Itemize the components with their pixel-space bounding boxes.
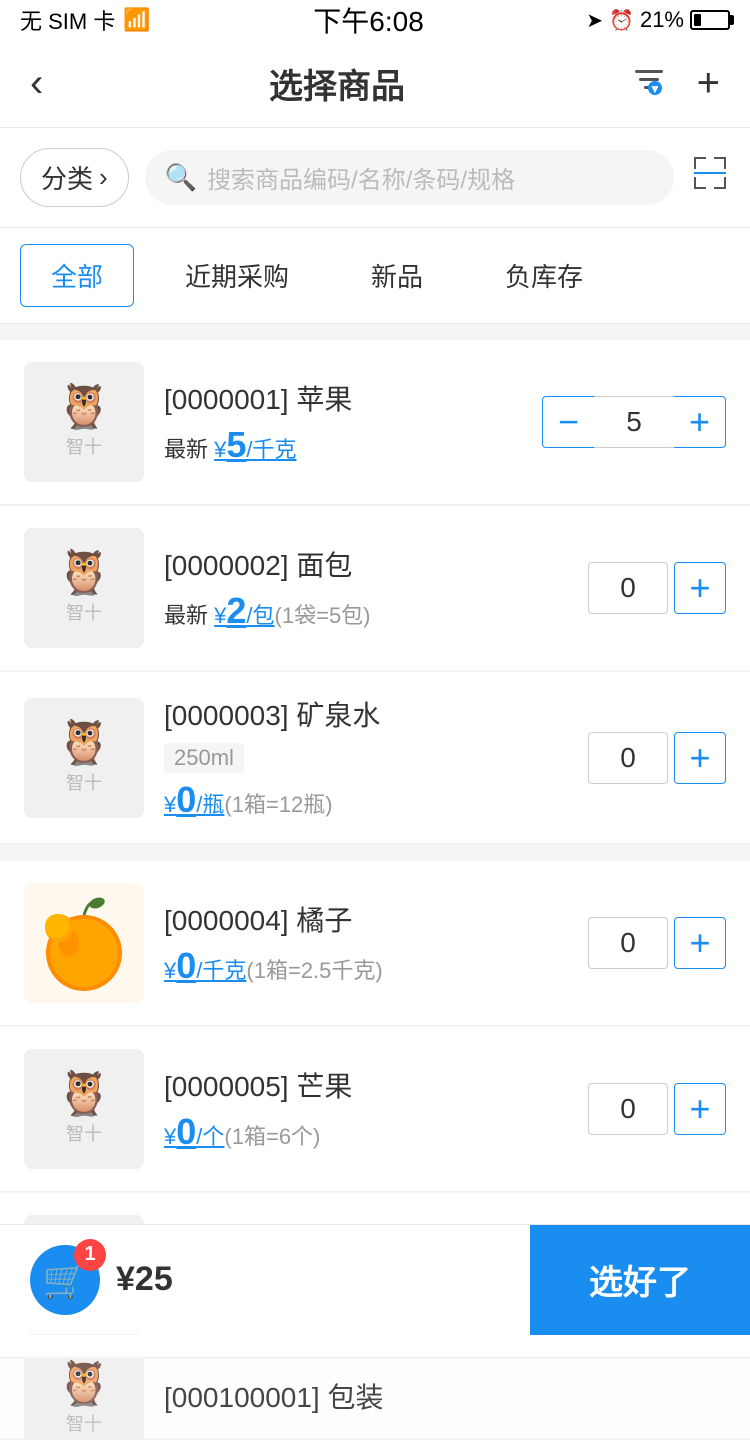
product-item-0000002: 🦉 智十 [0000002] 面包 最新 ¥2/包(1袋=5包) + [0,506,750,671]
cart-total: ¥25 [116,1260,173,1299]
product-name-000100001: [000100001] 包装 [164,1376,726,1416]
location-icon: ➤ [586,8,603,33]
confirm-button[interactable]: 选好了 [530,1225,750,1335]
tab-bar: 全部 近期采购 新品 负库存 [0,228,750,324]
product-info-0000002: [0000002] 面包 最新 ¥2/包(1袋=5包) [164,544,568,632]
status-time: 下午6:08 [313,0,424,40]
product-info-000100001: [000100001] 包装 [164,1376,726,1422]
qty-control-0000003: + [588,732,726,784]
placeholder-owl-icon: 🦉 [57,551,112,595]
filter-bar: 分类 › 🔍 搜索商品编码/名称/条码/规格 [0,128,750,228]
qty-minus-0000001[interactable]: − [542,396,594,448]
alarm-icon: ⏰ [609,8,634,33]
battery-percent: 21% [640,7,684,33]
product-name-0000003: [0000003] 矿泉水 [164,694,568,734]
page-title: 选择商品 [269,59,405,108]
qty-plus-0000004[interactable]: + [674,917,726,969]
product-item-000100001: 🦉 智十 [000100001] 包装 [0,1359,750,1439]
qty-plus-0000002[interactable]: + [674,562,726,614]
product-name-0000001: [0000001] 苹果 [164,378,522,418]
product-item-0000003: 🦉 智十 [0000003] 矿泉水 250ml ¥0/瓶(1箱=12瓶) + [0,672,750,844]
product-price-0000003: ¥0/瓶(1箱=12瓶) [164,779,568,821]
search-icon: 🔍 [165,162,197,193]
add-button[interactable]: + [697,61,720,106]
cart-icon-wrap[interactable]: 🛒 1 [30,1245,100,1315]
product-name-0000005: [0000005] 芒果 [164,1065,568,1105]
qty-control-0000001: − + [542,396,726,448]
qty-input-0000001[interactable] [594,396,674,448]
qty-input-0000004[interactable] [588,917,668,969]
product-price-0000005: ¥0/个(1箱=6个) [164,1111,568,1153]
status-right-section: ➤ ⏰ 21% [586,7,730,33]
product-price-0000001: 最新 ¥5/千克 [164,424,522,466]
product-price-0000004: ¥0/千克(1箱=2.5千克) [164,945,568,987]
tab-recent[interactable]: 近期采购 [154,244,320,307]
product-thumb-0000005: 🦉 智十 [24,1049,144,1169]
product-info-0000001: [0000001] 苹果 最新 ¥5/千克 [164,378,522,466]
product-thumb-0000003: 🦉 智十 [24,698,144,818]
svg-text:▼: ▼ [649,82,661,96]
cart-section: 🛒 1 ¥25 [0,1245,530,1315]
search-box[interactable]: 🔍 搜索商品编码/名称/条码/规格 [145,150,674,205]
qty-input-0000002[interactable] [588,562,668,614]
orange-image [29,888,139,998]
product-item-0000001: 🦉 智十 [0000001] 苹果 最新 ¥5/千克 − + [0,340,750,505]
placeholder-owl-icon: 🦉 [57,385,112,429]
qty-input-0000005[interactable] [588,1083,668,1135]
carrier-text: 无 SIM 卡 [20,4,115,36]
tab-negative[interactable]: 负库存 [474,244,614,307]
search-placeholder: 搜索商品编码/名称/条码/规格 [207,160,515,195]
category-arrow: › [99,162,108,193]
qty-plus-0000005[interactable]: + [674,1083,726,1135]
category-label: 分类 [41,159,93,196]
qty-control-0000002: + [588,562,726,614]
bottom-bar: 🛒 1 ¥25 选好了 [0,1224,750,1334]
product-name-0000002: [0000002] 面包 [164,544,568,584]
product-thumb-0000002: 🦉 智十 [24,528,144,648]
cart-badge: 1 [74,1239,106,1271]
product-item-0000004: [0000004] 橘子 ¥0/千克(1箱=2.5千克) + [0,861,750,1026]
placeholder-owl-icon: 🦉 [57,1072,112,1116]
battery-icon [690,10,730,30]
scan-icon[interactable] [690,153,730,202]
product-info-0000005: [0000005] 芒果 ¥0/个(1箱=6个) [164,1065,568,1153]
status-bar: 无 SIM 卡 📶 下午6:08 ➤ ⏰ 21% [0,0,750,40]
qty-control-0000005: + [588,1083,726,1135]
product-name-0000004: [0000004] 橘子 [164,899,568,939]
product-spec-0000003: 250ml [164,743,244,773]
placeholder-owl-icon: 🦉 [57,1362,112,1406]
category-button[interactable]: 分类 › [20,148,129,207]
qty-control-0000004: + [588,917,726,969]
product-thumb-0000004 [24,883,144,1003]
product-info-0000004: [0000004] 橘子 ¥0/千克(1箱=2.5千克) [164,899,568,987]
product-item-0000005: 🦉 智十 [0000005] 芒果 ¥0/个(1箱=6个) + [0,1027,750,1192]
product-price-0000002: 最新 ¥2/包(1袋=5包) [164,590,568,632]
tab-new[interactable]: 新品 [340,244,454,307]
nav-right-actions: ▼ + [631,61,720,106]
placeholder-owl-icon: 🦉 [57,721,112,765]
filter-icon[interactable]: ▼ [631,64,667,104]
product-thumb-0000001: 🦉 智十 [24,362,144,482]
back-button[interactable]: ‹ [30,61,43,106]
qty-plus-0000003[interactable]: + [674,732,726,784]
nav-bar: ‹ 选择商品 ▼ + [0,40,750,128]
qty-input-0000003[interactable] [588,732,668,784]
wifi-icon: 📶 [123,7,150,33]
qty-plus-0000001[interactable]: + [674,396,726,448]
product-thumb-000100001: 🦉 智十 [24,1359,144,1439]
status-carrier: 无 SIM 卡 📶 [20,4,151,36]
tab-all[interactable]: 全部 [20,244,134,307]
product-info-0000003: [0000003] 矿泉水 250ml ¥0/瓶(1箱=12瓶) [164,694,568,821]
